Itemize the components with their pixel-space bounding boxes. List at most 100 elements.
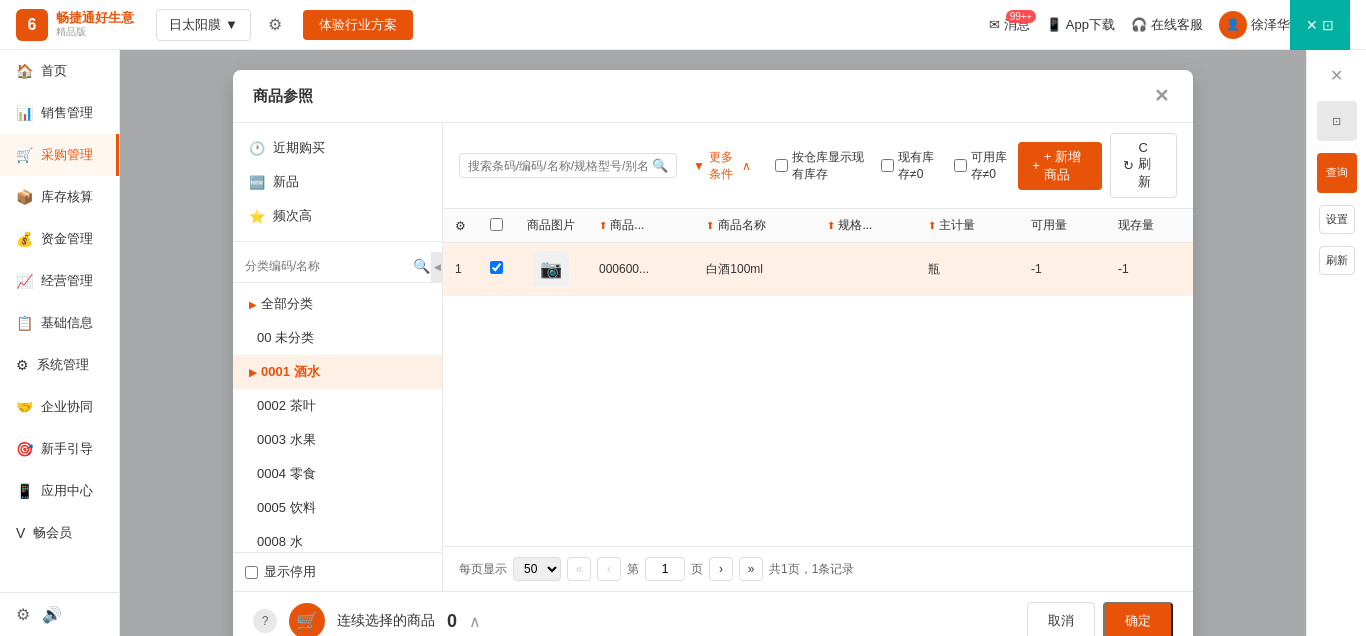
- column-settings-icon[interactable]: ⚙: [455, 219, 466, 233]
- notification-badge: 99++: [1006, 10, 1036, 23]
- product-search-icon[interactable]: 🔍: [652, 158, 668, 173]
- total-info: 共1页，1条记录: [769, 561, 854, 578]
- sidebar-item-finance[interactable]: 💰 资金管理: [0, 218, 119, 260]
- user-item[interactable]: 👤 徐泽华: [1219, 11, 1290, 39]
- checkbox-stock-nonzero[interactable]: 现有库存≠0: [881, 149, 938, 183]
- refresh-label: C 刷新: [1138, 140, 1164, 191]
- last-page-button[interactable]: »: [739, 557, 763, 581]
- col-code-label: 商品...: [610, 218, 644, 232]
- trial-btn[interactable]: 体验行业方案: [303, 10, 413, 40]
- page-number-input[interactable]: [645, 557, 685, 581]
- logo-icon: 6: [16, 9, 48, 41]
- category-search-input[interactable]: [245, 259, 409, 273]
- sidebar-item-operations[interactable]: 📈 经营管理: [0, 260, 119, 302]
- row-checkbox[interactable]: [490, 261, 503, 274]
- right-panel-close-button[interactable]: ✕: [1326, 62, 1347, 89]
- nav-right: ✉ 消息 99++ 📱 App下载 🎧 在线客服 👤 徐泽华: [989, 11, 1290, 39]
- table-body: 1 📷: [443, 243, 1193, 296]
- sidebar-item-app-center[interactable]: 📱 应用中心: [0, 470, 119, 512]
- stock-nonzero-input[interactable]: [881, 159, 894, 172]
- sidebar-item-enterprise[interactable]: 🤝 企业协同: [0, 386, 119, 428]
- category-label-2: 0002 茶叶: [257, 397, 316, 415]
- help-button[interactable]: ?: [253, 609, 277, 633]
- collapse-panel-button[interactable]: ◀: [431, 252, 443, 282]
- row-image-cell: 📷: [515, 243, 587, 296]
- right-panel-query-button[interactable]: 查询: [1317, 153, 1357, 193]
- collapse-bottom-icon[interactable]: ∧: [469, 612, 481, 631]
- row-spec: [815, 243, 916, 296]
- app-center-icon: 📱: [16, 483, 33, 499]
- table-row[interactable]: 1 📷: [443, 243, 1193, 296]
- tab-new-product[interactable]: 🆕 新品: [233, 165, 442, 199]
- refresh-button[interactable]: ↻ C 刷新: [1110, 133, 1177, 198]
- show-disabled-checkbox[interactable]: [245, 566, 258, 579]
- store-dropdown[interactable]: 日太阳膜 ▼: [156, 9, 251, 41]
- warehouse-checkbox-input[interactable]: [775, 159, 788, 172]
- sidebar-item-basic-info[interactable]: 📋 基础信息: [0, 302, 119, 344]
- tab-recent-purchase[interactable]: 🕐 近期购买: [233, 131, 442, 165]
- volume-icon[interactable]: 🔊: [42, 605, 62, 624]
- category-search-area: 🔍: [233, 250, 442, 283]
- cart-button[interactable]: 🛒: [289, 603, 325, 636]
- notification-item[interactable]: ✉ 消息 99++: [989, 16, 1030, 34]
- category-search-icon[interactable]: 🔍: [413, 258, 430, 274]
- per-page-select[interactable]: 50: [513, 557, 561, 581]
- cancel-button[interactable]: 取消: [1027, 602, 1095, 636]
- sidebar-item-guide[interactable]: 🎯 新手引导: [0, 428, 119, 470]
- tab-frequent[interactable]: ⭐ 频次高: [233, 199, 442, 233]
- modal-toolbar: 🔍 ▼ 更多条件 ∧ 按仓库显示现有库存: [443, 123, 1193, 209]
- select-all-checkbox[interactable]: [490, 218, 503, 231]
- category-label-4: 0004 零食: [257, 465, 316, 483]
- col-spec-label: 规格...: [838, 218, 872, 232]
- right-panel-expand-button[interactable]: ⊡: [1317, 101, 1357, 141]
- th-available: 可用量: [1019, 209, 1106, 243]
- right-panel-settings-button[interactable]: 设置: [1319, 205, 1355, 234]
- main-layout: 🏠 首页 📊 销售管理 🛒 采购管理 📦 库存核算 💰 资金管理 📈 经营管理 …: [0, 50, 1366, 636]
- teal-panel-toggle[interactable]: ✕ ⊡: [1290, 0, 1350, 50]
- add-product-button[interactable]: + + 新增商品: [1018, 142, 1102, 190]
- modal-close-button[interactable]: ✕: [1149, 84, 1173, 108]
- sidebar-item-member[interactable]: V 畅会员: [0, 512, 119, 554]
- app-download-item[interactable]: 📱 App下载: [1046, 16, 1115, 34]
- sidebar-item-system[interactable]: ⚙ 系统管理: [0, 344, 119, 386]
- category-item-0[interactable]: 00 未分类: [233, 321, 442, 355]
- checkbox-warehouse[interactable]: 按仓库显示现有库存: [775, 149, 865, 183]
- confirm-button[interactable]: 确定: [1103, 602, 1173, 636]
- settings-bottom-icon[interactable]: ⚙: [16, 605, 30, 624]
- category-item-4[interactable]: 0004 零食: [233, 457, 442, 491]
- online-service-item[interactable]: 🎧 在线客服: [1131, 16, 1203, 34]
- stock-nonzero-label: 现有库存≠0: [898, 149, 938, 183]
- right-side-panel: ✕ ⊡ 查询 设置 刷新: [1306, 50, 1366, 636]
- category-item-1[interactable]: ▶ 0001 酒水: [233, 355, 442, 389]
- checkbox-available-nonzero[interactable]: 可用库存≠0: [954, 149, 1011, 183]
- star-icon: ⭐: [249, 209, 265, 224]
- user-name: 徐泽华: [1251, 16, 1290, 34]
- category-item-all[interactable]: ▶ 全部分类: [233, 287, 442, 321]
- category-item-6[interactable]: 0008 水: [233, 525, 442, 552]
- category-label-all: 全部分类: [261, 295, 313, 313]
- online-service-label: 在线客服: [1151, 16, 1203, 34]
- right-panel-refresh-button[interactable]: 刷新: [1319, 246, 1355, 275]
- sidebar-bottom: ⚙ 🔊: [0, 592, 119, 636]
- available-nonzero-input[interactable]: [954, 159, 967, 172]
- next-page-button[interactable]: ›: [709, 557, 733, 581]
- product-search-input[interactable]: [468, 159, 648, 173]
- th-spec: ⬆ 规格...: [815, 209, 916, 243]
- content-area: 商品参照 ✕ 🕐 近期购买 🆕: [120, 50, 1306, 636]
- sidebar-item-home[interactable]: 🏠 首页: [0, 50, 119, 92]
- sidebar-item-sales[interactable]: 📊 销售管理: [0, 92, 119, 134]
- category-item-2[interactable]: 0002 茶叶: [233, 389, 442, 423]
- more-filter-button[interactable]: ▼ 更多条件 ∧: [685, 145, 759, 187]
- warehouse-checkbox-label: 按仓库显示现有库存: [792, 149, 865, 183]
- first-page-button[interactable]: «: [567, 557, 591, 581]
- logo-sub: 精品版: [56, 25, 134, 39]
- sidebar-item-inventory[interactable]: 📦 库存核算: [0, 176, 119, 218]
- sidebar-item-purchase[interactable]: 🛒 采购管理: [0, 134, 119, 176]
- prev-page-button[interactable]: ‹: [597, 557, 621, 581]
- category-item-3[interactable]: 0003 水果: [233, 423, 442, 457]
- tab-frequent-label: 频次高: [273, 207, 312, 225]
- settings-icon[interactable]: ⚙: [259, 9, 291, 41]
- finance-icon: 💰: [16, 231, 33, 247]
- row-checkbox-cell: [478, 243, 515, 296]
- category-item-5[interactable]: 0005 饮料: [233, 491, 442, 525]
